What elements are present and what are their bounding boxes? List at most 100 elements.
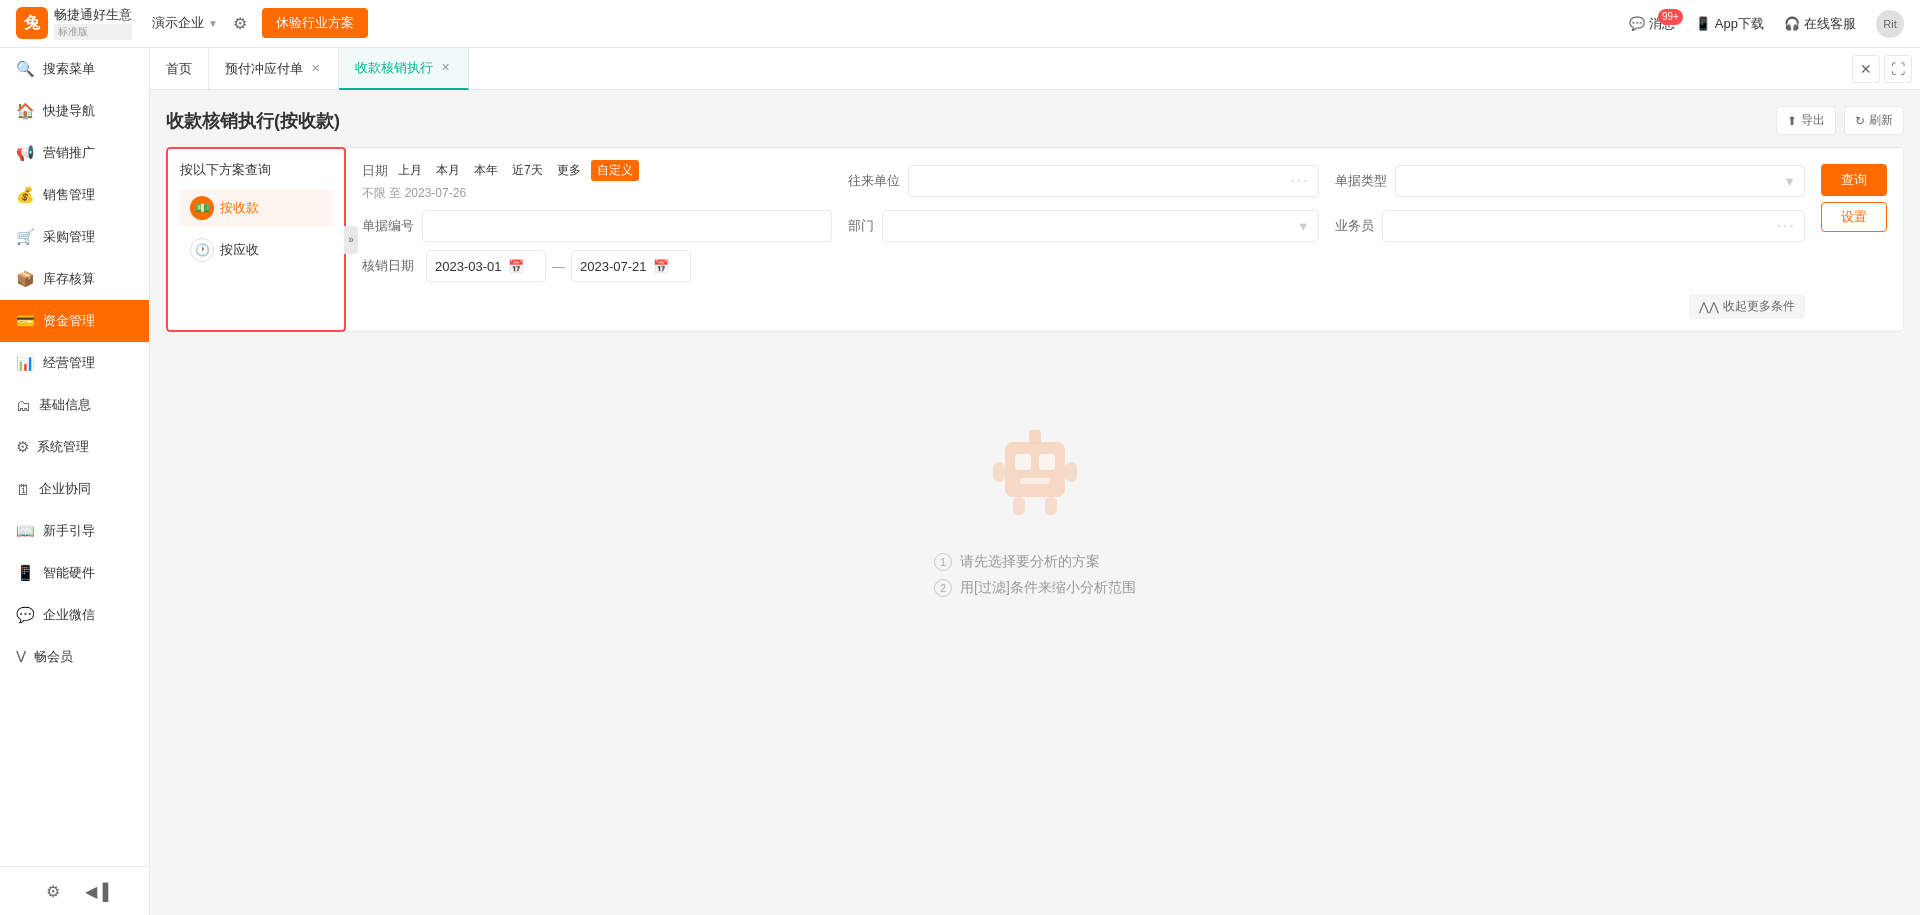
refresh-icon: ↻: [1855, 114, 1865, 128]
calendar-icon: 🗓: [16, 481, 31, 498]
staff-label: 业务员: [1335, 217, 1374, 235]
sidebar-item-sales[interactable]: 💰 销售管理: [0, 174, 149, 216]
sidebar: 🔍 搜索菜单 🏠 快捷导航 📢 营销推广 💰 销售管理 🛒 采购管理 📦 库存核…: [0, 48, 150, 915]
top-bar-right: 💬 消息 99+ 📱 App下载 🎧 在线客服 Rit: [1629, 10, 1904, 38]
collapse-panel-button[interactable]: »: [344, 226, 358, 254]
empty-illustration: [985, 412, 1085, 541]
chevron-icon: ▼: [1783, 174, 1796, 189]
filter-row-3: 核销日期 2023-03-01 📅 — 2023-07-21: [362, 250, 1805, 282]
member-icon: Ⅴ: [16, 648, 26, 666]
settings-icon: ⚙: [16, 438, 29, 456]
chart-icon: 📊: [16, 354, 35, 372]
collapse-more-area: ⋀⋀ 收起更多条件: [362, 294, 1805, 319]
filter-row-1: 日期 上月 本月 本年 近7天 更多 自定义: [362, 160, 1805, 202]
tab-receipt-cancel[interactable]: 收款核销执行 ✕: [339, 48, 469, 90]
headset-icon: 🎧: [1784, 16, 1800, 31]
tab-close-prepay[interactable]: ✕: [309, 60, 322, 77]
cancel-date-start-input[interactable]: 2023-03-01 📅: [426, 250, 546, 282]
sidebar-item-quick-nav[interactable]: 🏠 快捷导航: [0, 90, 149, 132]
filter-panel: 按以下方案查询 💵 按收款 🕐 按应收 »: [166, 147, 1904, 332]
user-area[interactable]: Rit: [1876, 10, 1904, 38]
page-title: 收款核销执行(按收款): [166, 109, 340, 133]
tab-fullscreen-button[interactable]: ⛶: [1884, 55, 1912, 83]
search-icon: 🔍: [16, 60, 35, 78]
query-button[interactable]: 查询: [1821, 164, 1887, 196]
online-service-button[interactable]: 🎧 在线客服: [1784, 15, 1856, 33]
sidebar-bottom: ⚙ ◀▐: [0, 866, 149, 915]
query-option-by-receipt[interactable]: 💵 按收款: [180, 189, 332, 227]
filter-fields: 日期 上月 本月 本年 近7天 更多 自定义: [362, 160, 1805, 319]
date-shortcut-this-year[interactable]: 本年: [470, 160, 502, 181]
sidebar-item-search-menu[interactable]: 🔍 搜索菜单: [0, 48, 149, 90]
tab-bar: 首页 预付冲应付单 ✕ 收款核销执行 ✕ ✕ ⛶: [150, 48, 1920, 90]
sidebar-item-marketing[interactable]: 📢 营销推广: [0, 132, 149, 174]
page-header: 收款核销执行(按收款) ⬆ 导出 ↻ 刷新: [166, 106, 1904, 135]
svg-rect-0: [1005, 442, 1065, 497]
export-icon: ⬆: [1787, 114, 1797, 128]
date-shortcut-more[interactable]: 更多: [553, 160, 585, 181]
logo-text-block: 畅捷通好生意 标准版: [54, 7, 132, 40]
sidebar-item-inventory[interactable]: 📦 库存核算: [0, 258, 149, 300]
dept-select[interactable]: ▼: [882, 210, 1318, 242]
filter-cell-doc-type: 单据类型 ▼: [1335, 160, 1805, 202]
svg-rect-3: [1020, 478, 1050, 484]
message-icon: 💬: [1629, 16, 1645, 31]
receipt-option-icon: 💵: [190, 196, 214, 220]
dept-label: 部门: [848, 217, 874, 235]
sidebar-item-smart-hw[interactable]: 📱 智能硬件: [0, 552, 149, 594]
date-label: 日期: [362, 162, 388, 180]
staff-input[interactable]: ···: [1382, 210, 1805, 242]
empty-hint-2: 2 用[过滤]条件来缩小分析范围: [934, 579, 1136, 597]
set-button[interactable]: 设置: [1821, 202, 1887, 232]
sidebar-item-guide[interactable]: 📖 新手引导: [0, 510, 149, 552]
export-button[interactable]: ⬆ 导出: [1776, 106, 1836, 135]
megaphone-icon: 📢: [16, 144, 35, 162]
date-shortcut-this-month[interactable]: 本月: [432, 160, 464, 181]
page-actions: ⬆ 导出 ↻ 刷新: [1776, 106, 1904, 135]
industry-button[interactable]: 休验行业方案: [262, 8, 368, 38]
svg-rect-8: [1045, 497, 1057, 515]
query-option-by-receivable[interactable]: 🕐 按应收: [180, 231, 332, 269]
doc-no-input[interactable]: [422, 210, 832, 242]
sidebar-item-basic-info[interactable]: 🗂 基础信息: [0, 384, 149, 426]
date-shortcut-7days[interactable]: 近7天: [508, 160, 547, 181]
date-shortcut-last-month[interactable]: 上月: [394, 160, 426, 181]
svg-rect-2: [1039, 454, 1055, 470]
sidebar-item-system[interactable]: ⚙ 系统管理: [0, 426, 149, 468]
refresh-button[interactable]: ↻ 刷新: [1844, 106, 1904, 135]
chevron-down-icon: ▼: [208, 18, 218, 29]
filter-cell-date: 日期 上月 本月 本年 近7天 更多 自定义: [362, 160, 832, 202]
tab-close-receipt-cancel[interactable]: ✕: [439, 59, 452, 76]
home-icon: 🏠: [16, 102, 35, 120]
tab-home[interactable]: 首页: [150, 48, 209, 90]
sidebar-collapse-button[interactable]: ◀▐: [81, 875, 113, 907]
device-icon: 📱: [16, 564, 35, 582]
date-shortcut-custom[interactable]: 自定义: [591, 160, 639, 181]
top-bar-left: 兔 畅捷通好生意 标准版 演示企业 ▼ ⚙ 休验行业方案: [16, 7, 368, 40]
calendar-start-icon: 📅: [508, 259, 524, 274]
company-selector[interactable]: 演示企业 ▼: [152, 14, 218, 32]
gear-button[interactable]: ⚙: [226, 9, 254, 37]
tab-close-all-button[interactable]: ✕: [1852, 55, 1880, 83]
doc-type-select[interactable]: ▼: [1395, 165, 1805, 197]
box-icon: 📦: [16, 270, 35, 288]
sidebar-settings-button[interactable]: ⚙: [37, 875, 69, 907]
sidebar-item-member[interactable]: Ⅴ 畅会员: [0, 636, 149, 678]
tab-prepay[interactable]: 预付冲应付单 ✕: [209, 48, 339, 90]
filter-cell-dept: 部门 ▼: [848, 210, 1318, 242]
app-download-button[interactable]: 📱 App下载: [1695, 15, 1764, 33]
content-area: 首页 预付冲应付单 ✕ 收款核销执行 ✕ ✕ ⛶ 收款核销执行(按收款): [150, 48, 1920, 915]
date-range-hint: 不限 至 2023-07-26: [362, 185, 466, 202]
sidebar-item-finance[interactable]: 💳 资金管理: [0, 300, 149, 342]
sidebar-item-enterprise[interactable]: 🗓 企业协同: [0, 468, 149, 510]
sidebar-item-wechat[interactable]: 💬 企业微信: [0, 594, 149, 636]
app-badge: 标准版: [54, 24, 132, 40]
partner-label: 往来单位: [848, 172, 900, 190]
collapse-more-button[interactable]: ⋀⋀ 收起更多条件: [1689, 294, 1805, 319]
cancel-date-end-input[interactable]: 2023-07-21 📅: [571, 250, 691, 282]
partner-input[interactable]: ···: [908, 165, 1318, 197]
sidebar-item-business[interactable]: 📊 经营管理: [0, 342, 149, 384]
message-button[interactable]: 💬 消息 99+: [1629, 15, 1675, 33]
sidebar-item-purchase[interactable]: 🛒 采购管理: [0, 216, 149, 258]
svg-rect-6: [1065, 462, 1077, 482]
